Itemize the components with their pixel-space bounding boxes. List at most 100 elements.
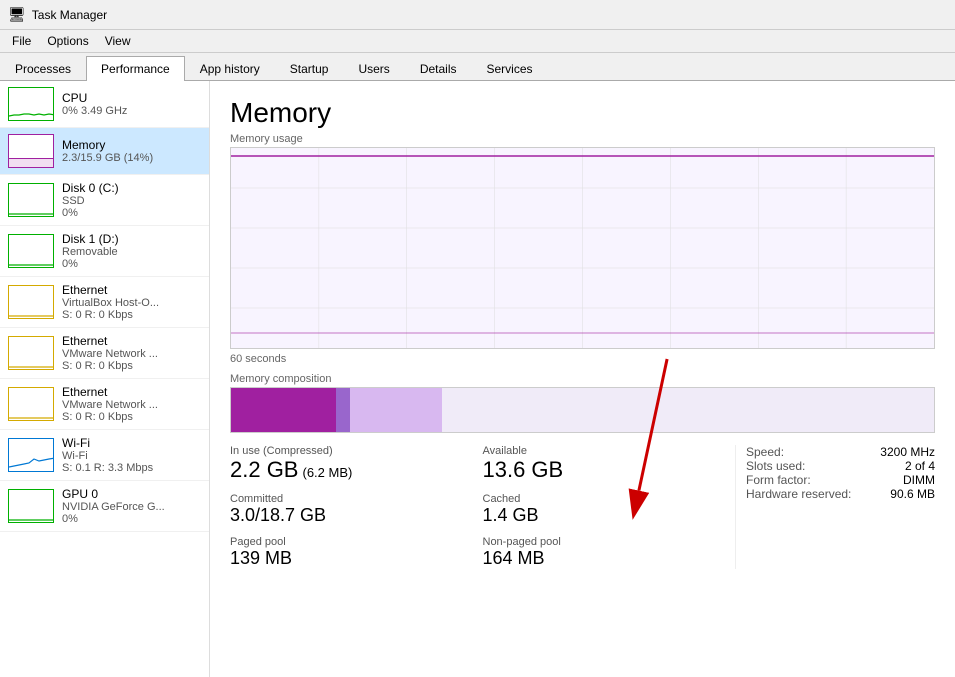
stat-available: Available 13.6 GB	[483, 445, 716, 483]
wifi-name: Wi-Fi	[62, 436, 201, 450]
tab-users[interactable]: Users	[343, 56, 404, 81]
app-icon: 🖥	[8, 6, 26, 23]
stat-nonpaged: Non-paged pool 164 MB	[483, 536, 716, 569]
sidebar-item-eth2[interactable]: Ethernet VMware Network ... S: 0 R: 0 Kb…	[0, 328, 209, 379]
form-label: Form factor:	[746, 473, 811, 487]
paged-value: 139 MB	[230, 548, 463, 569]
page-title: Memory	[230, 97, 935, 129]
main-layout: CPU 0% 3.49 GHz Memory 2.3/15.9 GB (14%)	[0, 81, 955, 677]
speed-label: Speed:	[746, 445, 784, 459]
disk1-name: Disk 1 (D:)	[62, 232, 201, 246]
tab-startup[interactable]: Startup	[275, 56, 344, 81]
wifi-sub: Wi-Fi	[62, 450, 201, 462]
eth3-name: Ethernet	[62, 385, 201, 399]
gpu0-name: GPU 0	[62, 487, 201, 501]
committed-label: Committed	[230, 493, 463, 505]
eth1-info: Ethernet VirtualBox Host-O... S: 0 R: 0 …	[62, 283, 201, 321]
eth1-name: Ethernet	[62, 283, 201, 297]
memory-thumbnail	[8, 134, 54, 168]
eth3-sub: VMware Network ...	[62, 399, 201, 411]
sidebar: CPU 0% 3.49 GHz Memory 2.3/15.9 GB (14%)	[0, 81, 210, 677]
sidebar-item-eth1[interactable]: Ethernet VirtualBox Host-O... S: 0 R: 0 …	[0, 277, 209, 328]
slots-row: Slots used: 2 of 4	[746, 459, 935, 473]
disk0-info: Disk 0 (C:) SSD 0%	[62, 181, 201, 219]
chart-area	[231, 148, 934, 348]
memory-usage-chart	[230, 147, 935, 349]
cached-value: 1.4 GB	[483, 505, 716, 526]
menu-view[interactable]: View	[97, 32, 139, 50]
nonpaged-label: Non-paged pool	[483, 536, 716, 548]
slots-label: Slots used:	[746, 459, 805, 473]
chart-usage-label: Memory usage	[230, 133, 935, 145]
tab-processes[interactable]: Processes	[0, 56, 86, 81]
sidebar-item-cpu[interactable]: CPU 0% 3.49 GHz	[0, 81, 209, 128]
wifi-stat: S: 0.1 R: 3.3 Mbps	[62, 462, 201, 474]
gpu0-sub: NVIDIA GeForce G...	[62, 501, 201, 513]
slots-value: 2 of 4	[905, 459, 935, 473]
disk1-thumbnail	[8, 234, 54, 268]
disk1-sub: Removable	[62, 246, 201, 258]
eth2-info: Ethernet VMware Network ... S: 0 R: 0 Kb…	[62, 334, 201, 372]
in-use-value: 2.2 GB	[230, 457, 298, 483]
in-use-label: In use (Compressed)	[230, 445, 463, 457]
stat-committed: Committed 3.0/18.7 GB	[230, 493, 463, 526]
nonpaged-value: 164 MB	[483, 548, 716, 569]
wifi-info: Wi-Fi Wi-Fi S: 0.1 R: 3.3 Mbps	[62, 436, 201, 474]
menu-options[interactable]: Options	[39, 32, 96, 50]
eth3-info: Ethernet VMware Network ... S: 0 R: 0 Kb…	[62, 385, 201, 423]
comp-standby	[350, 388, 441, 432]
eth1-thumbnail	[8, 285, 54, 319]
cpu-name: CPU	[62, 91, 201, 105]
tab-apphistory[interactable]: App history	[185, 56, 275, 81]
sidebar-item-wifi[interactable]: Wi-Fi Wi-Fi S: 0.1 R: 3.3 Mbps	[0, 430, 209, 481]
eth3-stat: S: 0 R: 0 Kbps	[62, 411, 201, 423]
menu-bar: File Options View	[0, 30, 955, 53]
eth2-thumbnail	[8, 336, 54, 370]
disk0-name: Disk 0 (C:)	[62, 181, 201, 195]
eth2-name: Ethernet	[62, 334, 201, 348]
menu-file[interactable]: File	[4, 32, 39, 50]
disk0-stat: 0%	[62, 207, 201, 219]
committed-value: 3.0/18.7 GB	[230, 505, 463, 526]
gpu0-info: GPU 0 NVIDIA GeForce G... 0%	[62, 487, 201, 525]
memory-composition-bar	[230, 387, 935, 433]
in-use-sub: (6.2 MB)	[302, 465, 352, 480]
gpu0-stat: 0%	[62, 513, 201, 525]
stat-cached: Cached 1.4 GB	[483, 493, 716, 526]
tab-performance[interactable]: Performance	[86, 56, 185, 81]
eth3-thumbnail	[8, 387, 54, 421]
disk0-thumbnail	[8, 183, 54, 217]
hw-label: Hardware reserved:	[746, 487, 851, 501]
hw-value: 90.6 MB	[890, 487, 935, 501]
sidebar-item-disk0[interactable]: Disk 0 (C:) SSD 0%	[0, 175, 209, 226]
content-area: Memory Memory usage	[210, 81, 955, 677]
eth2-sub: VMware Network ...	[62, 348, 201, 360]
speed-value: 3200 MHz	[880, 445, 935, 459]
disk1-info: Disk 1 (D:) Removable 0%	[62, 232, 201, 270]
left-stats: In use (Compressed) 2.2 GB (6.2 MB) Avai…	[230, 445, 715, 569]
memory-info: Memory 2.3/15.9 GB (14%)	[62, 138, 201, 164]
available-value: 13.6 GB	[483, 457, 716, 483]
comp-free	[442, 388, 934, 432]
tab-bar: Processes Performance App history Startu…	[0, 53, 955, 81]
app-title: Task Manager	[32, 8, 107, 22]
tab-services[interactable]: Services	[472, 56, 548, 81]
sidebar-item-disk1[interactable]: Disk 1 (D:) Removable 0%	[0, 226, 209, 277]
comp-modified	[336, 388, 350, 432]
sidebar-item-eth3[interactable]: Ethernet VMware Network ... S: 0 R: 0 Kb…	[0, 379, 209, 430]
tab-details[interactable]: Details	[405, 56, 472, 81]
eth2-stat: S: 0 R: 0 Kbps	[62, 360, 201, 372]
sidebar-item-memory[interactable]: Memory 2.3/15.9 GB (14%)	[0, 128, 209, 175]
stats-section: In use (Compressed) 2.2 GB (6.2 MB) Avai…	[230, 445, 935, 569]
memory-name: Memory	[62, 138, 201, 152]
sidebar-item-gpu0[interactable]: GPU 0 NVIDIA GeForce G... 0%	[0, 481, 209, 532]
chart-time-label: 60 seconds	[230, 353, 935, 365]
cpu-stat: 0% 3.49 GHz	[62, 105, 201, 117]
paged-label: Paged pool	[230, 536, 463, 548]
cpu-thumbnail	[8, 87, 54, 121]
stats-grid: In use (Compressed) 2.2 GB (6.2 MB) Avai…	[230, 445, 715, 569]
title-bar: 🖥 Task Manager	[0, 0, 955, 30]
wifi-thumbnail	[8, 438, 54, 472]
composition-label: Memory composition	[230, 373, 935, 385]
form-value: DIMM	[903, 473, 935, 487]
